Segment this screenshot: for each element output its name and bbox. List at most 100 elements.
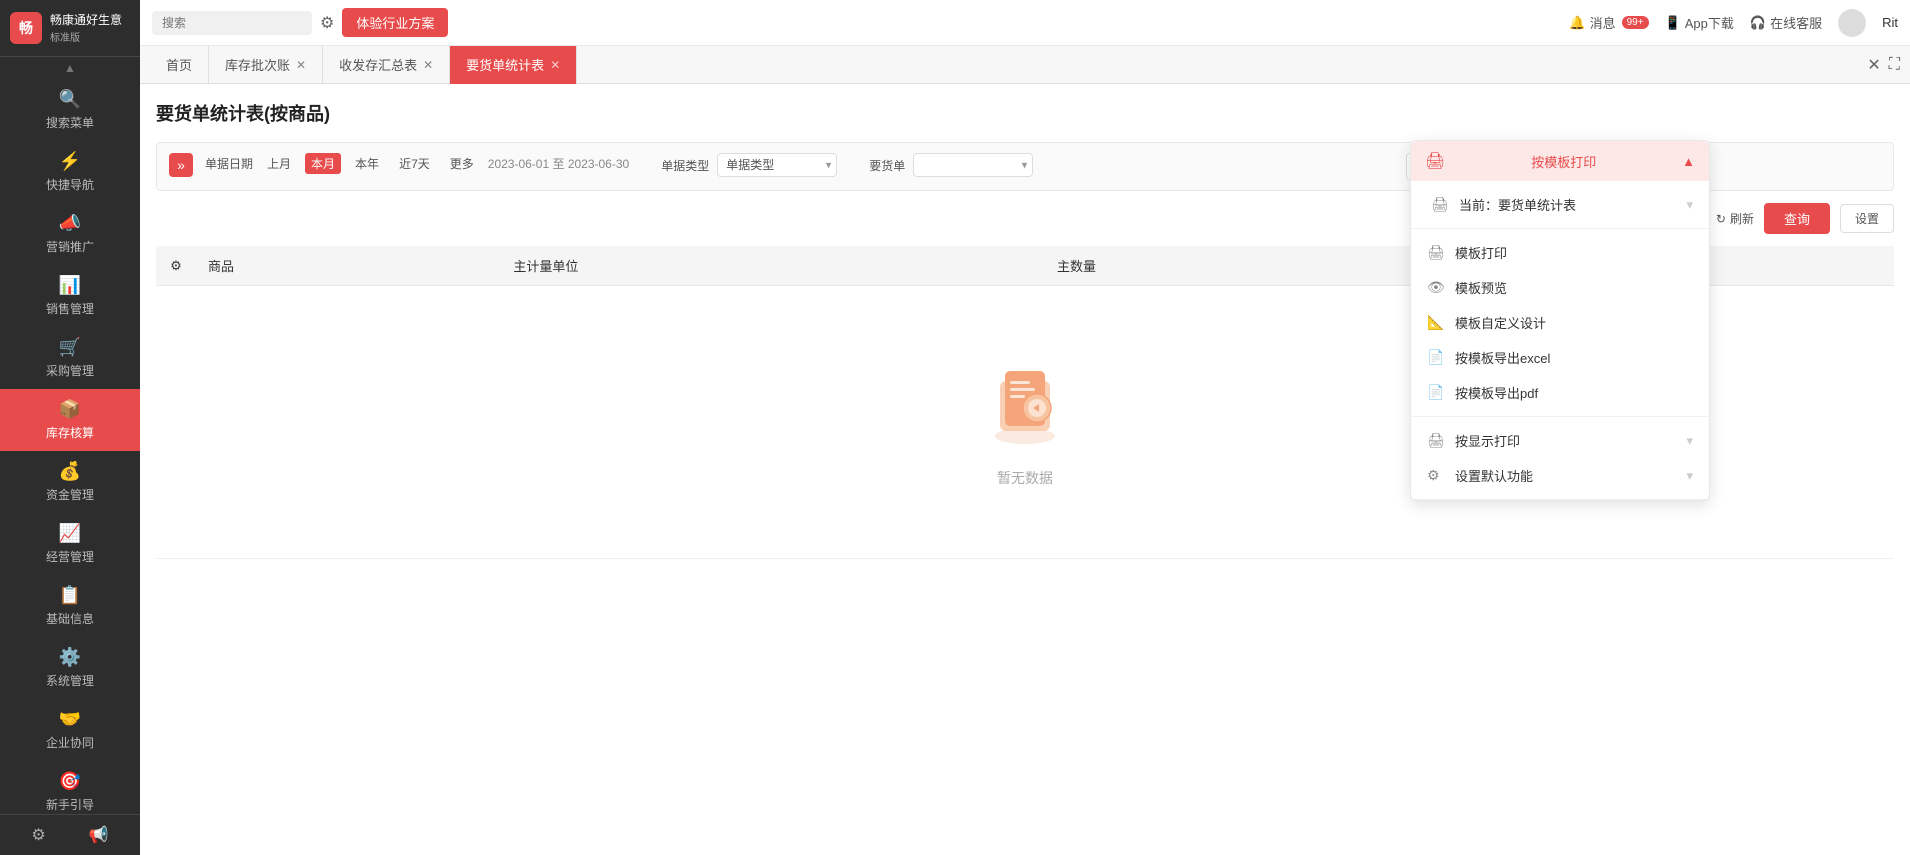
date-filter-group: 单据日期 上月 本月 本年 近7天 更多 2023-06-01 至 2023-0… bbox=[205, 153, 629, 174]
tab-batch-account-label: 库存批次账 bbox=[225, 55, 290, 74]
sidebar-settings-btn[interactable]: ⚙ bbox=[31, 825, 45, 845]
template-excel-icon: 📄 bbox=[1427, 349, 1445, 366]
sidebar-label-inventory: 库存核算 bbox=[46, 424, 94, 441]
tabbar: 首页 库存批次账 ✕ 收发存汇总表 ✕ 要货单统计表 ✕ ✕ ⛶ bbox=[140, 46, 1910, 84]
tab-receipts-summary[interactable]: 收发存汇总表 ✕ bbox=[323, 46, 450, 84]
shortcut-icon: ⚡ bbox=[59, 151, 81, 172]
print-dropdown-menu: 🖨 按模板打印 ▲ 🖨 当前：要货单统计表 ▾ 🖨 模板打印 👁 模板 bbox=[1410, 140, 1710, 501]
sidebar-bottom: ⚙ 📢 bbox=[0, 814, 140, 855]
order-filter-group: 要货单 bbox=[869, 153, 1033, 177]
empty-illustration bbox=[975, 356, 1075, 456]
sidebar-label-finance: 资金管理 bbox=[46, 486, 94, 503]
template-pdf-icon: 📄 bbox=[1427, 384, 1445, 401]
display-print-icon: 🖨 bbox=[1427, 432, 1445, 449]
dropdown-current-item[interactable]: 🖨 当前：要货单统计表 ▾ bbox=[1411, 187, 1709, 222]
tab-batch-account-close[interactable]: ✕ bbox=[296, 58, 306, 72]
order-select[interactable] bbox=[913, 153, 1033, 177]
app-download-label: App下载 bbox=[1685, 13, 1734, 32]
sidebar-label-enterprise: 企业协同 bbox=[46, 734, 94, 751]
online-service-action[interactable]: 🎧 在线客服 bbox=[1750, 13, 1822, 32]
search-icon: 🔍 bbox=[59, 89, 81, 110]
empty-text: 暂无数据 bbox=[997, 468, 1053, 488]
dropdown-item-label-2: 模板自定义设计 bbox=[1455, 313, 1546, 332]
date-btn-this-year[interactable]: 本年 bbox=[349, 153, 385, 174]
date-btn-this-month[interactable]: 本月 bbox=[305, 153, 341, 174]
dropdown-main-section: 🖨 模板打印 👁 模板预览 📐 模板自定义设计 📄 按模板导出excel 📄 bbox=[1411, 229, 1709, 417]
tab-order-stats-close[interactable]: ✕ bbox=[550, 58, 560, 72]
refresh-icon: ↻ bbox=[1716, 212, 1726, 226]
sidebar-item-purchase[interactable]: 🛒 采购管理 bbox=[0, 327, 140, 389]
set-default-icon: ⚙ bbox=[1427, 467, 1445, 484]
sidebar-item-sales[interactable]: 📊 销售管理 bbox=[0, 265, 140, 327]
system-icon: ⚙️ bbox=[59, 647, 81, 668]
operation-icon: 📈 bbox=[59, 523, 81, 544]
enterprise-icon: 🤝 bbox=[59, 709, 81, 730]
topbar-search-input[interactable] bbox=[152, 11, 312, 35]
sidebar-item-search[interactable]: 🔍 搜索菜单 bbox=[0, 79, 140, 141]
sidebar-item-inventory[interactable]: 📦 库存核算 bbox=[0, 389, 140, 451]
logo-name: 畅康通好生意 bbox=[50, 12, 122, 29]
sales-icon: 📊 bbox=[59, 275, 81, 296]
sidebar-label-shortcut: 快捷导航 bbox=[46, 176, 94, 193]
sidebar-item-marketing[interactable]: 📣 营销推广 bbox=[0, 203, 140, 265]
dropdown-sub-section: 🖨 按显示打印 ▾ ⚙ 设置默认功能 ▾ bbox=[1411, 417, 1709, 500]
type-filter-group: 单据类型 单据类型 bbox=[661, 153, 837, 177]
sidebar-item-basic[interactable]: 📋 基础信息 bbox=[0, 575, 140, 637]
topbar-gear-icon[interactable]: ⚙ bbox=[320, 13, 334, 33]
dropdown-item-set-default[interactable]: ⚙ 设置默认功能 ▾ bbox=[1411, 458, 1709, 493]
sidebar-item-guide[interactable]: 🎯 新手引导 bbox=[0, 761, 140, 814]
dropdown-item-template-print[interactable]: 🖨 模板打印 bbox=[1411, 235, 1709, 270]
dropdown-item-display-print[interactable]: 🖨 按显示打印 ▾ bbox=[1411, 423, 1709, 458]
sidebar-item-finance[interactable]: 💰 资金管理 bbox=[0, 451, 140, 513]
tab-batch-account[interactable]: 库存批次账 ✕ bbox=[209, 46, 323, 84]
sidebar-label-purchase: 采购管理 bbox=[46, 362, 94, 379]
dropdown-item-template-excel[interactable]: 📄 按模板导出excel bbox=[1411, 340, 1709, 375]
tab-order-stats[interactable]: 要货单统计表 ✕ bbox=[450, 46, 577, 84]
date-btn-last-month[interactable]: 上月 bbox=[261, 153, 297, 174]
window-controls: ✕ ⛶ bbox=[1867, 55, 1900, 75]
sidebar-label-system: 系统管理 bbox=[46, 672, 94, 689]
refresh-btn[interactable]: ↻ 刷新 bbox=[1716, 210, 1754, 227]
sidebar-label-operation: 经营管理 bbox=[46, 548, 94, 565]
logo-icon: 畅 bbox=[10, 12, 42, 44]
sidebar-item-operation[interactable]: 📈 经营管理 bbox=[0, 513, 140, 575]
date-btn-7days[interactable]: 近7天 bbox=[393, 153, 436, 174]
dropdown-item-template-preview[interactable]: 👁 模板预览 bbox=[1411, 270, 1709, 305]
settings-btn[interactable]: 设置 bbox=[1840, 204, 1894, 233]
notification-action[interactable]: 🔔 消息 99+ bbox=[1569, 13, 1648, 32]
maximize-btn[interactable]: ⛶ bbox=[1889, 56, 1900, 74]
type-select[interactable]: 单据类型 bbox=[717, 153, 837, 177]
topbar-actions: 🔔 消息 99+ 📱 App下载 🎧 在线客服 Rit bbox=[1569, 9, 1898, 37]
col-unit: 主计量单位 bbox=[501, 246, 1045, 286]
avatar[interactable] bbox=[1838, 9, 1866, 37]
dropdown-item-template-design[interactable]: 📐 模板自定义设计 bbox=[1411, 305, 1709, 340]
sidebar-item-enterprise[interactable]: 🤝 企业协同 bbox=[0, 699, 140, 761]
username: Rit bbox=[1882, 15, 1898, 30]
sidebar-help-btn[interactable]: 📢 bbox=[89, 825, 109, 845]
date-range-text: 2023-06-01 至 2023-06-30 bbox=[488, 155, 629, 172]
sidebar-scroll-up[interactable]: ▲ bbox=[0, 57, 140, 79]
close-window-btn[interactable]: ✕ bbox=[1867, 55, 1880, 75]
trial-btn[interactable]: 体验行业方案 bbox=[342, 8, 448, 37]
col-settings[interactable]: ⚙ bbox=[156, 246, 196, 286]
headset-icon: 🎧 bbox=[1750, 15, 1766, 31]
query-btn[interactable]: 查询 bbox=[1764, 203, 1830, 234]
dropdown-item-template-pdf[interactable]: 📄 按模板导出pdf bbox=[1411, 375, 1709, 410]
sidebar-label-sales: 销售管理 bbox=[46, 300, 94, 317]
sidebar: 畅 畅康通好生意 标准版 ▲ 🔍 搜索菜单 ⚡ 快捷导航 📣 营销推广 📊 销售… bbox=[0, 0, 140, 855]
set-default-arrow: ▾ bbox=[1686, 468, 1693, 484]
dropdown-close-chevron[interactable]: ▲ bbox=[1682, 154, 1695, 169]
sidebar-item-shortcut[interactable]: ⚡ 快捷导航 bbox=[0, 141, 140, 203]
type-select-wrapper: 单据类型 bbox=[717, 153, 837, 177]
dropdown-item-label-3: 按模板导出excel bbox=[1455, 348, 1550, 367]
topbar: ⚙ 体验行业方案 🔔 消息 99+ 📱 App下载 🎧 在线客服 Rit bbox=[140, 0, 1910, 46]
date-btn-more[interactable]: 更多 bbox=[444, 153, 480, 174]
tab-home[interactable]: 首页 bbox=[150, 46, 209, 84]
tab-receipts-summary-close[interactable]: ✕ bbox=[423, 58, 433, 72]
filter-expand-btn[interactable]: » bbox=[169, 153, 193, 177]
dropdown-header-icon: 🖨 bbox=[1425, 151, 1445, 171]
app-download-action[interactable]: 📱 App下载 bbox=[1665, 13, 1734, 32]
sidebar-label-marketing: 营销推广 bbox=[46, 238, 94, 255]
dropdown-current-label: 当前：要货单统计表 bbox=[1459, 195, 1576, 214]
sidebar-item-system[interactable]: ⚙️ 系统管理 bbox=[0, 637, 140, 699]
